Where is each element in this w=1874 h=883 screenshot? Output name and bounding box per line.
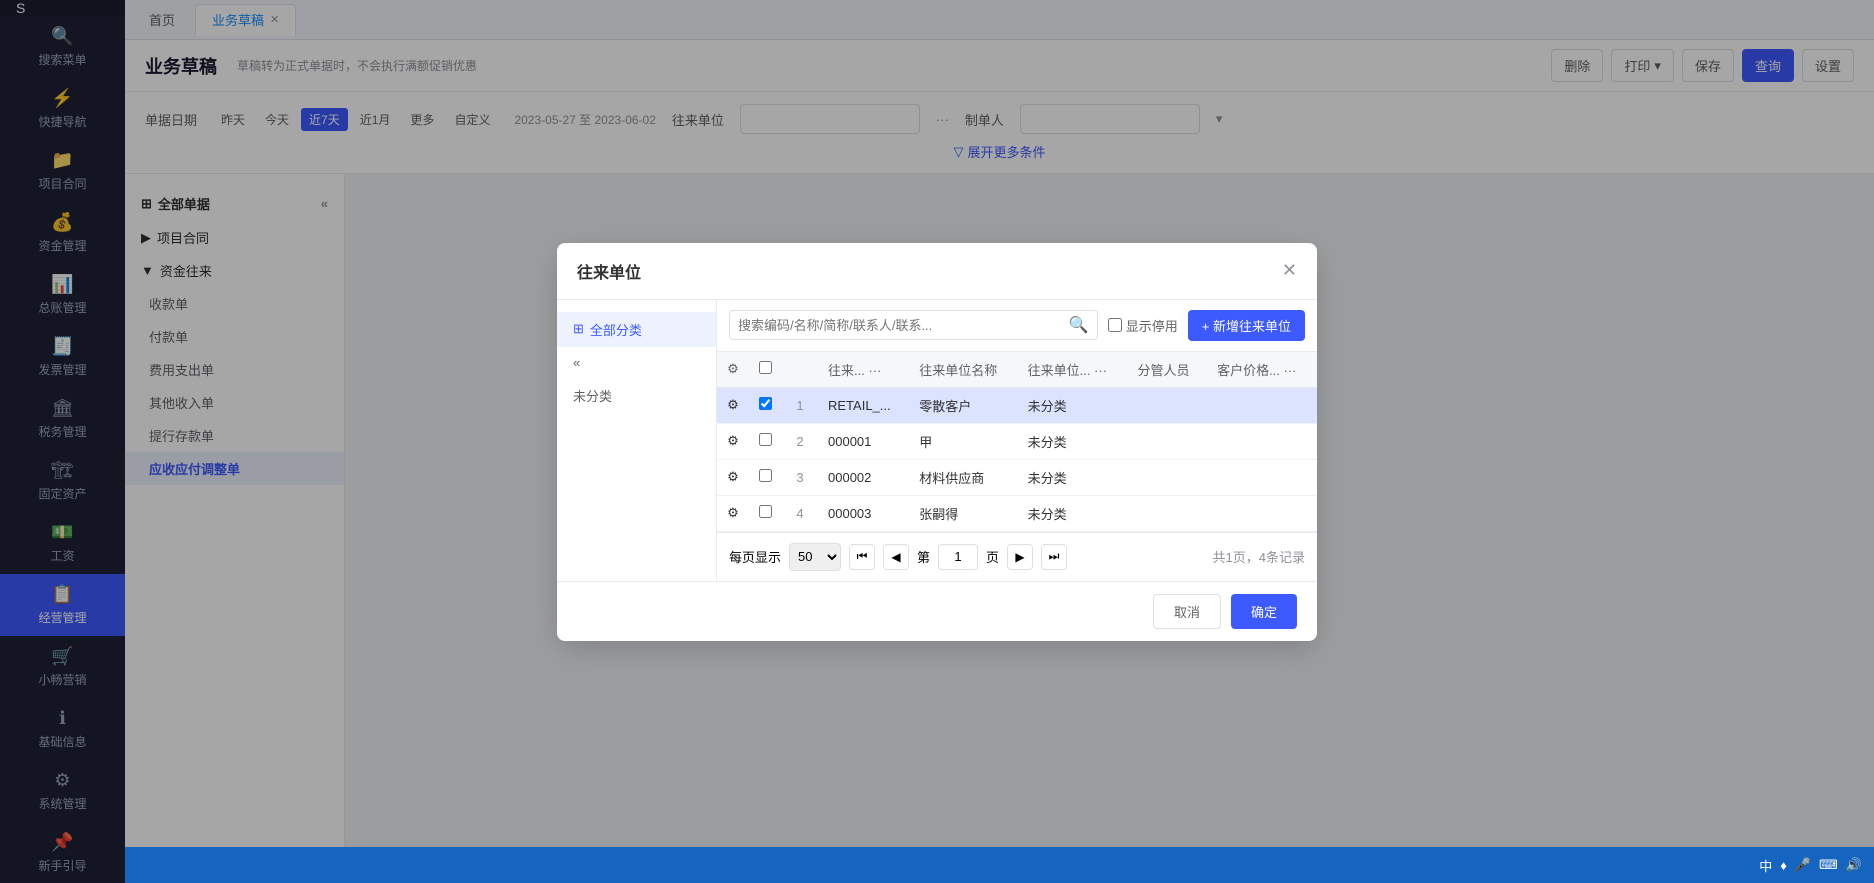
dialog-toolbar: 🔍 显示停用 + 新增往来单位 (717, 300, 1317, 352)
taskbar-volume-icon[interactable]: 🔊 (1846, 857, 1862, 873)
taskbar-icon1[interactable]: ♦ (1780, 858, 1787, 873)
col-price-header[interactable]: 客户价格... ··· (1207, 352, 1317, 388)
row-check[interactable] (749, 459, 782, 495)
show-disabled-toggle[interactable]: 显示停用 (1108, 316, 1178, 335)
row-check[interactable] (749, 423, 782, 459)
row-settings[interactable]: ⚙ (717, 459, 749, 495)
table-header-row: ⚙ 往来... ··· 往来单位名称 往来单位... (717, 352, 1317, 388)
tree-item-all[interactable]: ⊞ 全部分类 (557, 312, 716, 347)
row-checkbox[interactable] (759, 505, 772, 518)
unclassified-label: 未分类 (573, 389, 612, 404)
col-category-header[interactable]: 往来单位... ··· (1018, 352, 1128, 388)
row-category: 未分类 (1018, 423, 1128, 459)
check-all-checkbox[interactable] (759, 361, 772, 374)
tree-all-label: 全部分类 (590, 320, 642, 339)
page-size-label: 每页显示 (729, 547, 781, 566)
page-next-button[interactable]: ▶ (1007, 544, 1033, 570)
row-code: 000001 (818, 423, 909, 459)
row-code: 000003 (818, 495, 909, 531)
col-manager-header[interactable]: 分管人员 (1127, 352, 1207, 388)
row-price-level (1207, 459, 1317, 495)
col-code-header[interactable]: 往来... ··· (818, 352, 909, 388)
taskbar-mic-icon[interactable]: 🎤 (1795, 857, 1811, 873)
counterparty-dialog: 往来单位 ✕ ⊞ 全部分类 « 未分类 (557, 243, 1317, 641)
dialog-search-box[interactable]: 🔍 (729, 310, 1098, 340)
col-settings[interactable]: ⚙ (717, 352, 749, 388)
counterparty-table: ⚙ 往来... ··· 往来单位名称 往来单位... (717, 352, 1317, 532)
tree-unclassified[interactable]: 未分类 (557, 378, 716, 413)
add-counterparty-button[interactable]: + 新增往来单位 (1188, 310, 1305, 341)
row-category: 未分类 (1018, 495, 1128, 531)
row-price-level (1207, 495, 1317, 531)
table-row[interactable]: ⚙ 3 000002 材料供应商 未分类 (717, 459, 1317, 495)
show-disabled-checkbox[interactable] (1108, 318, 1122, 332)
taskbar-lang[interactable]: 中 (1759, 856, 1772, 875)
row-seq: 2 (782, 423, 818, 459)
row-manager (1127, 495, 1207, 531)
tree-item-collapse[interactable]: « (557, 347, 716, 378)
page-unit: 页 (986, 547, 999, 566)
row-checkbox[interactable] (759, 433, 772, 446)
dialog-title: 往来单位 (577, 259, 641, 283)
row-check[interactable] (749, 495, 782, 531)
row-category: 未分类 (1018, 459, 1128, 495)
row-name: 零散客户 (909, 387, 1017, 423)
page-first-button[interactable]: ⏮ (849, 544, 875, 570)
row-settings[interactable]: ⚙ (717, 387, 749, 423)
dialog-tree: ⊞ 全部分类 « 未分类 (557, 300, 717, 581)
row-seq: 4 (782, 495, 818, 531)
dialog-search-icon: 🔍 (1069, 315, 1089, 335)
row-price-level (1207, 423, 1317, 459)
row-check[interactable] (749, 387, 782, 423)
page-label: 第 (917, 547, 930, 566)
tree-grid-icon: ⊞ (573, 321, 584, 337)
row-settings[interactable]: ⚙ (717, 495, 749, 531)
col-check[interactable] (749, 352, 782, 388)
dialog-right-panel: 🔍 显示停用 + 新增往来单位 ⚙ (717, 300, 1317, 581)
row-manager (1127, 423, 1207, 459)
cancel-button[interactable]: 取消 (1153, 594, 1221, 629)
taskbar: 中 ♦ 🎤 ⌨ 🔊 (125, 847, 1874, 883)
row-seq: 1 (782, 387, 818, 423)
row-code: 000002 (818, 459, 909, 495)
confirm-button[interactable]: 确定 (1231, 594, 1297, 629)
col-name-header[interactable]: 往来单位名称 (909, 352, 1017, 388)
dialog-header: 往来单位 ✕ (557, 243, 1317, 300)
row-category: 未分类 (1018, 387, 1128, 423)
dialog-actions: 取消 确定 (557, 581, 1317, 641)
row-code: RETAIL_... (818, 387, 909, 423)
page-number-input[interactable] (938, 544, 978, 570)
page-prev-button[interactable]: ◀ (883, 544, 909, 570)
row-seq: 3 (782, 459, 818, 495)
row-checkbox[interactable] (759, 397, 772, 410)
page-last-button[interactable]: ⏭ (1041, 544, 1067, 570)
row-name: 材料供应商 (909, 459, 1017, 495)
row-checkbox[interactable] (759, 469, 772, 482)
col-seq (782, 352, 818, 388)
row-settings[interactable]: ⚙ (717, 423, 749, 459)
row-manager (1127, 459, 1207, 495)
dialog-table: ⚙ 往来... ··· 往来单位名称 往来单位... (717, 352, 1317, 532)
dialog-search-input[interactable] (738, 318, 1065, 333)
modal-overlay: 往来单位 ✕ ⊞ 全部分类 « 未分类 (0, 0, 1874, 883)
row-price-level (1207, 387, 1317, 423)
dialog-body: ⊞ 全部分类 « 未分类 🔍 (557, 300, 1317, 581)
page-total: 共1页，4条记录 (1213, 547, 1305, 566)
row-manager (1127, 387, 1207, 423)
row-name: 甲 (909, 423, 1017, 459)
row-name: 张嗣得 (909, 495, 1017, 531)
taskbar-keyboard-icon[interactable]: ⌨ (1819, 857, 1838, 873)
table-row[interactable]: ⚙ 2 000001 甲 未分类 (717, 423, 1317, 459)
show-disabled-label: 显示停用 (1126, 316, 1178, 335)
table-row[interactable]: ⚙ 1 RETAIL_... 零散客户 未分类 (717, 387, 1317, 423)
dialog-pagination: 每页显示 50 100 ⏮ ◀ 第 页 ▶ ⏭ 共1页，4条记录 (717, 532, 1317, 581)
tree-collapse-icon: « (573, 355, 580, 370)
dialog-close-button[interactable]: ✕ (1282, 260, 1297, 281)
table-row[interactable]: ⚙ 4 000003 张嗣得 未分类 (717, 495, 1317, 531)
page-size-select[interactable]: 50 100 (789, 543, 841, 571)
